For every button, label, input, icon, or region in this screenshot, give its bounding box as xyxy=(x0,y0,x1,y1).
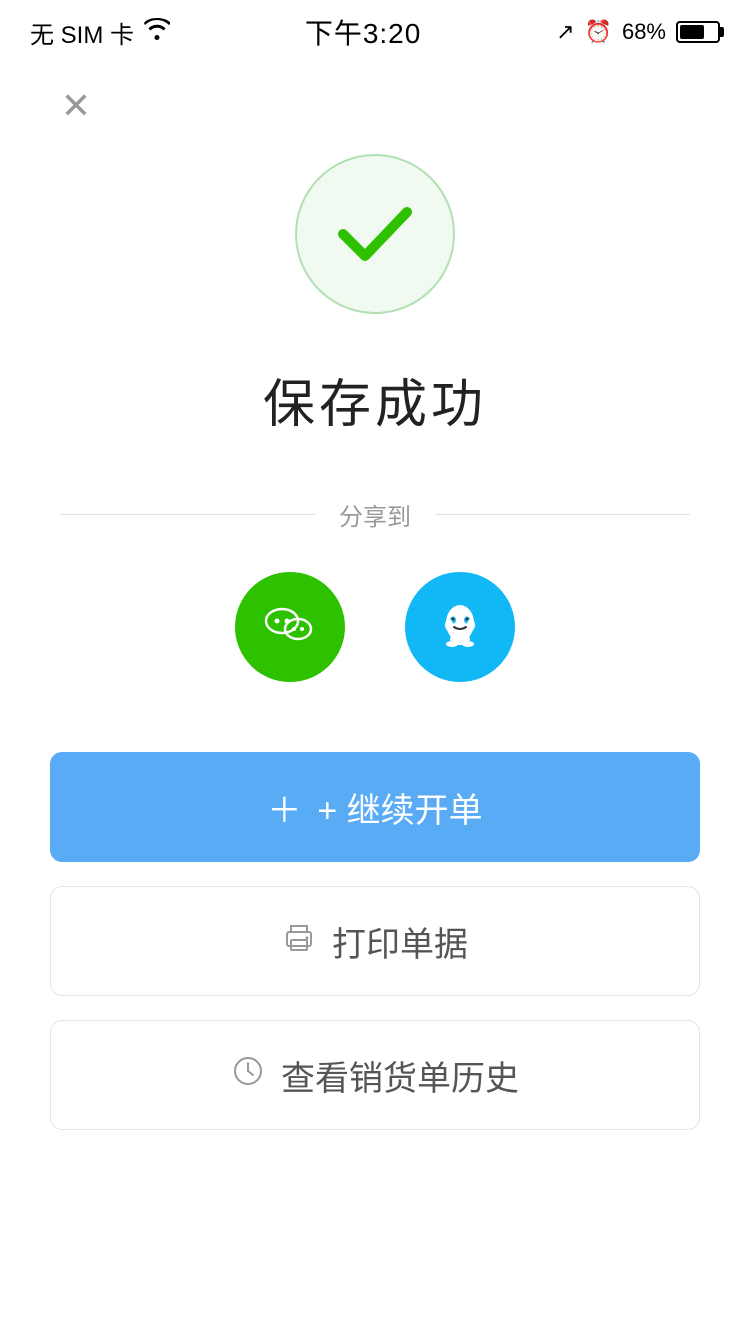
location-icon: ↗ xyxy=(556,19,574,45)
wechat-share-button[interactable] xyxy=(235,572,345,682)
history-label: 查看销货单历史 xyxy=(281,1051,519,1100)
close-button[interactable]: ✕ xyxy=(50,80,102,132)
printer-icon xyxy=(282,922,316,961)
status-bar: 无 SIM 卡 下午3:20 ↗ ⏰ 68% xyxy=(0,0,750,64)
status-time: 下午3:20 xyxy=(305,12,422,52)
alarm-icon: ⏰ xyxy=(585,19,612,45)
status-left: 无 SIM 卡 xyxy=(30,15,170,50)
share-icons xyxy=(235,572,515,682)
divider-left xyxy=(60,514,315,515)
divider-right xyxy=(435,514,690,515)
print-label: 打印单据 xyxy=(332,917,468,966)
buttons-section: ＋ + 继续开单 打印单据 查看销货单历史 xyxy=(0,752,750,1130)
wifi-icon xyxy=(144,18,170,46)
close-icon: ✕ xyxy=(61,88,91,124)
qq-share-button[interactable] xyxy=(405,572,515,682)
share-divider: 分享到 xyxy=(0,497,750,532)
battery-label: 68% xyxy=(622,19,666,45)
clock-icon xyxy=(231,1054,265,1097)
success-title: 保存成功 xyxy=(263,362,487,437)
continue-button[interactable]: ＋ + 继续开单 xyxy=(50,752,700,862)
share-section: 分享到 xyxy=(0,497,750,682)
share-label: 分享到 xyxy=(339,497,411,532)
wechat-icon xyxy=(258,595,322,659)
plus-icon: ＋ xyxy=(267,783,301,832)
qq-icon xyxy=(428,595,492,659)
history-button[interactable]: 查看销货单历史 xyxy=(50,1020,700,1130)
status-right: ↗ ⏰ 68% xyxy=(556,19,720,45)
checkmark-icon xyxy=(335,204,415,264)
no-sim-label: 无 SIM 卡 xyxy=(30,15,134,50)
battery-icon xyxy=(676,21,720,43)
success-section: 保存成功 xyxy=(0,154,750,437)
success-circle xyxy=(295,154,455,314)
print-button[interactable]: 打印单据 xyxy=(50,886,700,996)
continue-label: + 继续开单 xyxy=(317,783,482,832)
